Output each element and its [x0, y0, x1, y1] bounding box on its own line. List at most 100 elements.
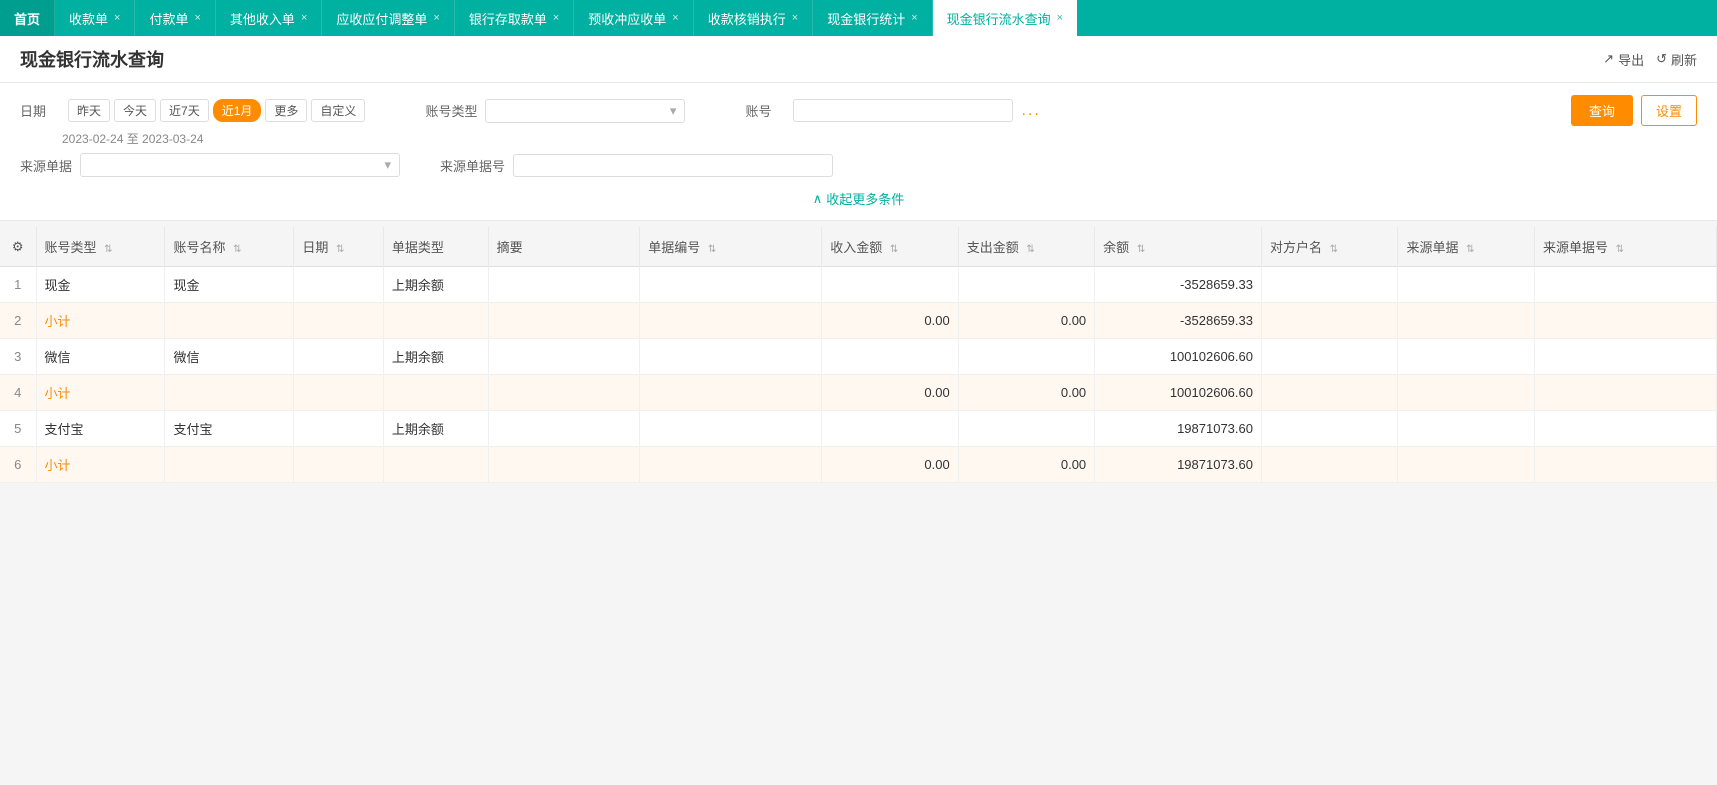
date-btn-more[interactable]: 更多 [265, 99, 307, 122]
table-header-row: ⚙ 账号类型 ⇅ 账号名称 ⇅ 日期 ⇅ 单据类型 摘要 [0, 227, 1717, 267]
settings-button[interactable]: 设置 [1641, 95, 1697, 126]
cell-expense [958, 339, 1094, 375]
date-range-text: 2023-02-24 至 2023-03-24 [62, 132, 203, 146]
cell-account-type: 小计 [36, 303, 165, 339]
account-type-select[interactable]: ▾ [485, 99, 685, 123]
close-icon[interactable]: × [553, 12, 559, 24]
date-btn-custom[interactable]: 自定义 [311, 99, 365, 122]
close-icon[interactable]: × [1057, 12, 1063, 24]
column-source-doc-num[interactable]: 来源单据号 ⇅ [1534, 227, 1716, 267]
query-button[interactable]: 查询 [1571, 95, 1633, 126]
source-doc-filter-group: 来源单据 ▾ [20, 153, 400, 177]
nav-item-payment[interactable]: 付款单 × [135, 0, 215, 36]
cell-source-doc [1398, 411, 1534, 447]
filter-area: 日期 昨天 今天 近7天 近1月 更多 自定义 账号类型 ▾ 账号 .. [0, 83, 1717, 221]
account-input[interactable] [802, 103, 1004, 118]
cell-num: 3 [0, 339, 36, 375]
page-title: 现金银行流水查询 [20, 46, 164, 72]
column-doc-num[interactable]: 单据编号 ⇅ [640, 227, 822, 267]
sort-icon: ⇅ [1026, 244, 1034, 255]
account-type-label: 账号类型 [425, 101, 477, 120]
column-gear[interactable]: ⚙ [0, 227, 36, 267]
column-counterpart[interactable]: 对方户名 ⇅ [1261, 227, 1397, 267]
column-expense[interactable]: 支出金额 ⇅ [958, 227, 1094, 267]
cell-counterpart [1261, 303, 1397, 339]
cell-balance: 19871073.60 [1095, 411, 1262, 447]
nav-item-receipt-exec[interactable]: 收款核销执行 × [694, 0, 813, 36]
account-dots-button[interactable]: ... [1021, 102, 1040, 120]
cell-expense: 0.00 [958, 303, 1094, 339]
close-icon[interactable]: × [792, 12, 798, 24]
cell-account-type: 小计 [36, 447, 165, 483]
collapse-icon: ∧ [813, 191, 823, 207]
cell-source-doc [1398, 267, 1534, 303]
cell-num: 2 [0, 303, 36, 339]
table-row[interactable]: 6 小计 0.00 0.00 19871073.60 [0, 447, 1717, 483]
cell-source-doc [1398, 303, 1534, 339]
column-balance[interactable]: 余额 ⇅ [1095, 227, 1262, 267]
column-account-name[interactable]: 账号名称 ⇅ [165, 227, 294, 267]
cell-income [822, 267, 958, 303]
nav-item-bank-deposit[interactable]: 银行存取款单 × [455, 0, 574, 36]
collapse-label: 收起更多条件 [826, 189, 904, 208]
source-doc-select[interactable]: ▾ [80, 153, 400, 177]
close-icon[interactable]: × [672, 12, 678, 24]
nav-item-cash-flow[interactable]: 现金银行流水查询 × [933, 0, 1077, 36]
cell-date [294, 267, 384, 303]
date-btn-today[interactable]: 今天 [114, 99, 156, 122]
table-row[interactable]: 4 小计 0.00 0.00 100102606.60 [0, 375, 1717, 411]
cell-doc-num [640, 375, 822, 411]
nav-item-receipt[interactable]: 收款单 × [55, 0, 135, 36]
cell-num: 1 [0, 267, 36, 303]
cell-account-name [165, 303, 294, 339]
source-doc-num-input[interactable] [522, 158, 824, 173]
cell-account-type: 支付宝 [36, 411, 165, 447]
close-icon[interactable]: × [433, 12, 439, 24]
cell-expense: 0.00 [958, 375, 1094, 411]
date-btn-7days[interactable]: 近7天 [160, 99, 209, 122]
account-label: 账号 [745, 101, 785, 120]
sort-icon: ⇅ [336, 244, 344, 255]
column-summary[interactable]: 摘要 [488, 227, 640, 267]
date-btn-yesterday[interactable]: 昨天 [68, 99, 110, 122]
cell-income: 0.00 [822, 447, 958, 483]
cell-expense: 0.00 [958, 447, 1094, 483]
column-income[interactable]: 收入金额 ⇅ [822, 227, 958, 267]
date-btn-1month[interactable]: 近1月 [213, 99, 262, 122]
cell-source-doc-num [1534, 303, 1716, 339]
table-row[interactable]: 3 微信 微信 上期余额 100102606.60 [0, 339, 1717, 375]
nav-item-cash-stats[interactable]: 现金银行统计 × [813, 0, 932, 36]
nav-home[interactable]: 首页 [0, 0, 55, 36]
collapse-bar[interactable]: ∧ 收起更多条件 [20, 185, 1697, 212]
refresh-button[interactable]: ↺ 刷新 [1656, 50, 1697, 69]
cell-summary [488, 339, 640, 375]
filter-row-1: 日期 昨天 今天 近7天 近1月 更多 自定义 账号类型 ▾ 账号 .. [20, 95, 1697, 126]
cell-counterpart [1261, 411, 1397, 447]
close-icon[interactable]: × [301, 12, 307, 24]
export-button[interactable]: ↗ 导出 [1603, 50, 1644, 69]
table-row[interactable]: 5 支付宝 支付宝 上期余额 19871073.60 [0, 411, 1717, 447]
table-row[interactable]: 1 现金 现金 上期余额 -3528659.33 [0, 267, 1717, 303]
data-table: ⚙ 账号类型 ⇅ 账号名称 ⇅ 日期 ⇅ 单据类型 摘要 [0, 227, 1717, 483]
nav-item-ar-ap-adjust[interactable]: 应收应付调整单 × [322, 0, 454, 36]
table-row[interactable]: 2 小计 0.00 0.00 -3528659.33 [0, 303, 1717, 339]
column-account-type[interactable]: 账号类型 ⇅ [36, 227, 165, 267]
column-doc-type[interactable]: 单据类型 [383, 227, 488, 267]
cell-expense [958, 411, 1094, 447]
close-icon[interactable]: × [194, 12, 200, 24]
sort-icon: ⇅ [233, 244, 241, 255]
cell-doc-type [383, 303, 488, 339]
cell-account-name [165, 375, 294, 411]
column-date[interactable]: 日期 ⇅ [294, 227, 384, 267]
close-icon[interactable]: × [911, 12, 917, 24]
column-source-doc[interactable]: 来源单据 ⇅ [1398, 227, 1534, 267]
close-icon[interactable]: × [114, 12, 120, 24]
nav-item-prepay-offset[interactable]: 预收冲应收单 × [574, 0, 693, 36]
gear-icon: ⚙ [12, 239, 24, 254]
sort-icon: ⇅ [1330, 244, 1338, 255]
cell-doc-type: 上期余额 [383, 267, 488, 303]
date-range-display: 2023-02-24 至 2023-03-24 [62, 130, 1697, 147]
cell-balance: 19871073.60 [1095, 447, 1262, 483]
sort-icon: ⇅ [104, 244, 112, 255]
nav-item-other-income[interactable]: 其他收入单 × [216, 0, 322, 36]
